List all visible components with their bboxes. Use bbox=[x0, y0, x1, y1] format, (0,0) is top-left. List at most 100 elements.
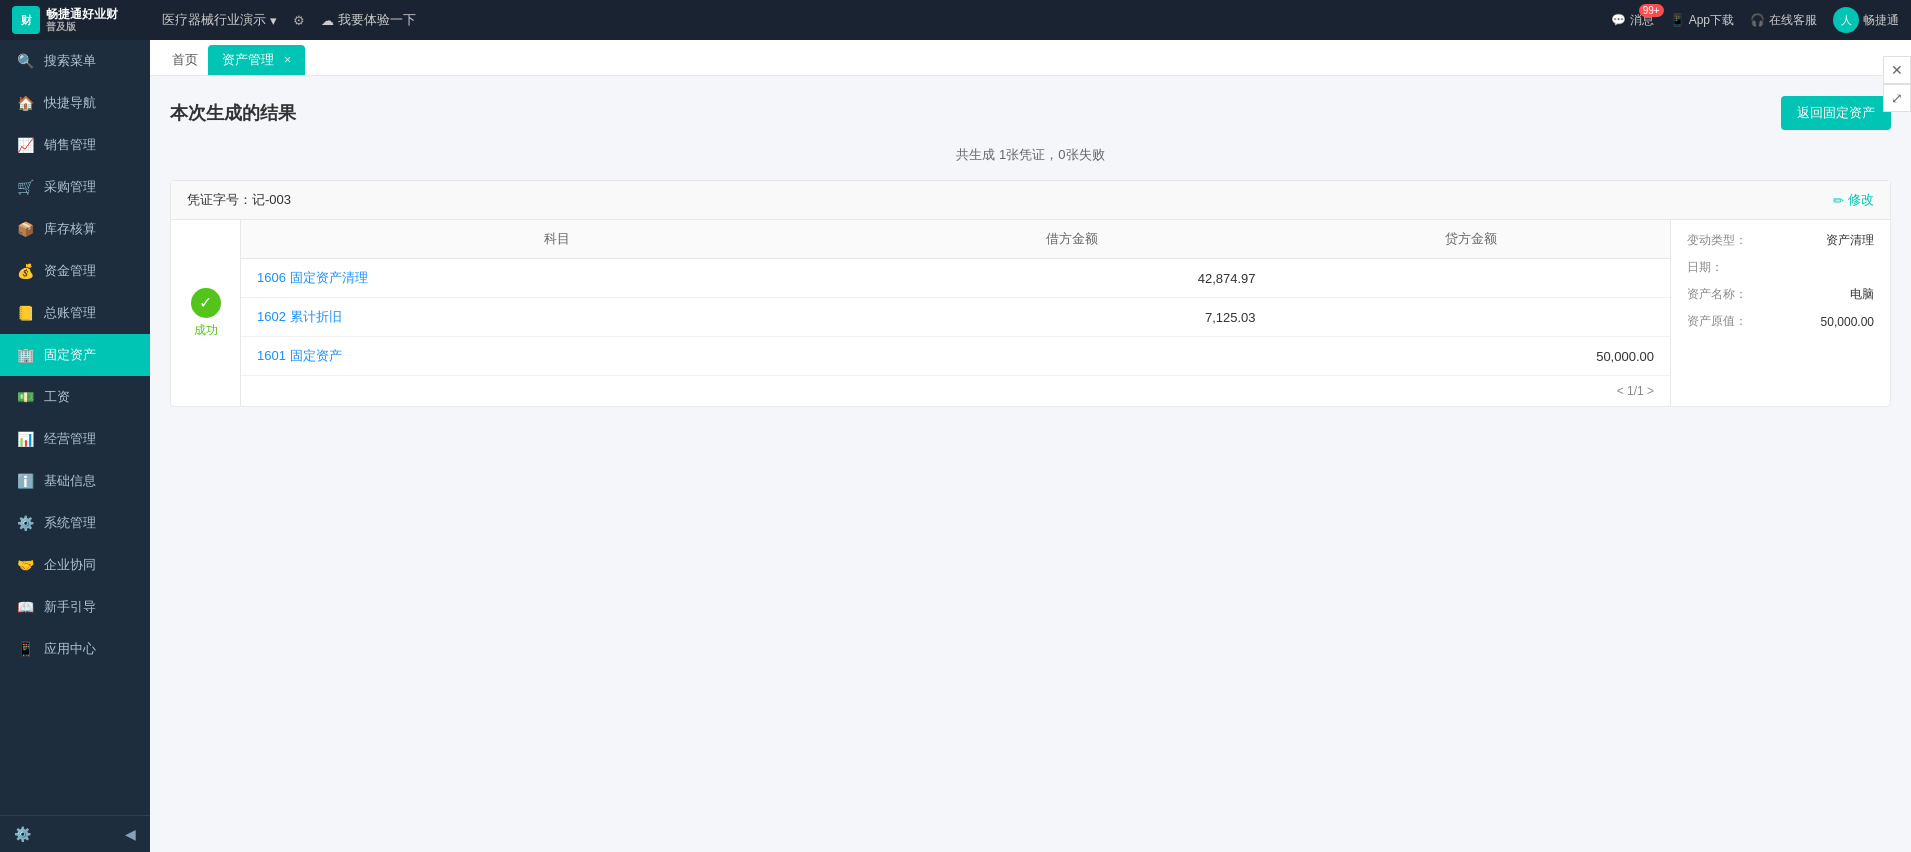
change-type-label: 变动类型： bbox=[1687, 232, 1747, 249]
settings-bottom-icon[interactable]: ⚙️ bbox=[14, 826, 31, 842]
sidebar-item-system[interactable]: ⚙️ 系统管理 bbox=[0, 502, 150, 544]
enterprise-icon: 🤝 bbox=[16, 556, 34, 574]
table-row: 1601 固定资产 50,000.00 bbox=[241, 337, 1670, 376]
messages-button[interactable]: 💬 消息 99+ bbox=[1611, 12, 1654, 29]
original-value-label: 资产原值： bbox=[1687, 313, 1747, 330]
row3-debit bbox=[873, 337, 1271, 376]
sales-icon: 📈 bbox=[16, 136, 34, 154]
sidebar-item-label: 经营管理 bbox=[44, 430, 96, 448]
sidebar-item-label: 新手引导 bbox=[44, 598, 96, 616]
sidebar-item-label: 系统管理 bbox=[44, 514, 96, 532]
voucher-table: 科目 借方金额 贷方金额 1606 固定资产清理 42,874.97 bbox=[241, 220, 1670, 406]
back-to-fixed-assets-button[interactable]: 返回固定资产 bbox=[1781, 96, 1891, 130]
cloud-icon: ☁ bbox=[321, 13, 334, 28]
tab-close-icon[interactable]: × bbox=[284, 52, 292, 67]
asset-name-value: 电脑 bbox=[1850, 286, 1874, 303]
sidebar-item-search-menu[interactable]: 🔍 搜索菜单 bbox=[0, 40, 150, 82]
sidebar-item-label: 搜索菜单 bbox=[44, 52, 96, 70]
pagination-text: < 1/1 > bbox=[1617, 384, 1654, 398]
purchase-icon: 🛒 bbox=[16, 178, 34, 196]
sidebar-item-fixed-assets[interactable]: 🏢 固定资产 bbox=[0, 334, 150, 376]
sidebar-item-label: 企业协同 bbox=[44, 556, 96, 574]
column-subject: 科目 bbox=[241, 220, 873, 259]
expand-panel-button[interactable]: ⤢ bbox=[1883, 84, 1911, 112]
original-value-row: 资产原值： 50,000.00 bbox=[1687, 313, 1874, 330]
summary-text: 共生成 1张凭证，0张失败 bbox=[956, 147, 1104, 162]
headset-icon: 🎧 bbox=[1750, 13, 1765, 27]
sidebar-item-ledger[interactable]: 📒 总账管理 bbox=[0, 292, 150, 334]
sidebar-item-label: 总账管理 bbox=[44, 304, 96, 322]
sidebar-item-label: 资金管理 bbox=[44, 262, 96, 280]
row3-credit: 50,000.00 bbox=[1272, 337, 1670, 376]
pagination: < 1/1 > bbox=[241, 376, 1670, 406]
asset-name-label: 资产名称： bbox=[1687, 286, 1747, 303]
sidebar-item-inventory[interactable]: 📦 库存核算 bbox=[0, 208, 150, 250]
avatar: 人 bbox=[1833, 7, 1859, 33]
sidebar-item-label: 销售管理 bbox=[44, 136, 96, 154]
settings-icon[interactable]: ⚙ bbox=[285, 6, 313, 34]
content-area: 首页 资产管理 × 本次生成的结果 返回固定资产 共生成 1张凭证，0张失败 bbox=[150, 40, 1911, 852]
row1-credit bbox=[1272, 259, 1670, 298]
table-row: 1602 累计折旧 7,125.03 bbox=[241, 298, 1670, 337]
side-info-panel: 变动类型： 资产清理 日期： 资产名称： 电脑 资产原值： bbox=[1670, 220, 1890, 406]
logo-sub: 普及版 bbox=[46, 21, 118, 33]
voucher-number: 凭证字号：记-003 bbox=[187, 191, 291, 209]
change-type-value: 资产清理 bbox=[1826, 232, 1874, 249]
tab-home[interactable]: 首页 bbox=[162, 45, 208, 75]
change-type-row: 变动类型： 资产清理 bbox=[1687, 232, 1874, 249]
phone-icon: 📱 bbox=[1670, 13, 1685, 27]
salary-icon: 💵 bbox=[16, 388, 34, 406]
topbar-center: 医疗器械行业演示 ▾ ⚙ ☁ 我要体验一下 bbox=[162, 6, 1611, 34]
success-icon: ✓ bbox=[191, 288, 221, 318]
online-service-button[interactable]: 🎧 在线客服 bbox=[1750, 12, 1817, 29]
sidebar-item-finance[interactable]: 💰 资金管理 bbox=[0, 250, 150, 292]
column-debit: 借方金额 bbox=[873, 220, 1271, 259]
sidebar-item-salary[interactable]: 💵 工资 bbox=[0, 376, 150, 418]
search-icon: 🔍 bbox=[16, 52, 34, 70]
sidebar-item-label: 应用中心 bbox=[44, 640, 96, 658]
table-row: 1606 固定资产清理 42,874.97 bbox=[241, 259, 1670, 298]
voucher-card: 凭证字号：记-003 ✏ 修改 ✓ 成功 bbox=[170, 180, 1891, 407]
company-selector[interactable]: 医疗器械行业演示 ▾ bbox=[162, 11, 277, 29]
row3-subject: 1601 固定资产 bbox=[241, 337, 873, 376]
finance-icon: 💰 bbox=[16, 262, 34, 280]
row2-subject: 1602 累计折旧 bbox=[241, 298, 873, 337]
sidebar-item-sales[interactable]: 📈 销售管理 bbox=[0, 124, 150, 166]
sidebar-bottom: ⚙️ ◀ bbox=[0, 815, 150, 852]
sidebar-item-label: 采购管理 bbox=[44, 178, 96, 196]
sidebar-item-operations[interactable]: 📊 经营管理 bbox=[0, 418, 150, 460]
page-content: 本次生成的结果 返回固定资产 共生成 1张凭证，0张失败 凭证字号：记-003 … bbox=[150, 76, 1911, 852]
sidebar-item-purchase[interactable]: 🛒 采购管理 bbox=[0, 166, 150, 208]
success-text: 成功 bbox=[194, 322, 218, 339]
message-icon: 💬 bbox=[1611, 13, 1626, 27]
sidebar-item-app-center[interactable]: 📱 应用中心 bbox=[0, 628, 150, 670]
voucher-body: ✓ 成功 科目 借方金额 贷方金额 bbox=[171, 220, 1890, 406]
sidebar-item-guide[interactable]: 📖 新手引导 bbox=[0, 586, 150, 628]
guide-icon: 📖 bbox=[16, 598, 34, 616]
sidebar-item-basic-info[interactable]: ℹ️ 基础信息 bbox=[0, 460, 150, 502]
home-icon: 🏠 bbox=[16, 94, 34, 112]
page-header: 本次生成的结果 返回固定资产 bbox=[170, 96, 1891, 130]
messages-badge: 99+ bbox=[1639, 4, 1664, 17]
sidebar-item-label: 固定资产 bbox=[44, 346, 96, 364]
sidebar-item-label: 工资 bbox=[44, 388, 70, 406]
edit-button[interactable]: ✏ 修改 bbox=[1833, 191, 1874, 209]
tab-asset-management[interactable]: 资产管理 × bbox=[208, 45, 305, 75]
operations-icon: 📊 bbox=[16, 430, 34, 448]
row2-debit: 7,125.03 bbox=[873, 298, 1271, 337]
system-icon: ⚙️ bbox=[16, 514, 34, 532]
row2-credit bbox=[1272, 298, 1670, 337]
user-profile[interactable]: 人 畅捷通 bbox=[1833, 7, 1899, 33]
collapse-icon[interactable]: ◀ bbox=[125, 826, 136, 842]
summary-bar: 共生成 1张凭证，0张失败 bbox=[170, 146, 1891, 164]
try-button[interactable]: ☁ 我要体验一下 bbox=[321, 11, 416, 29]
topbar-right: 💬 消息 99+ 📱 App下载 🎧 在线客服 人 畅捷通 bbox=[1611, 7, 1899, 33]
sidebar-item-quick-nav[interactable]: 🏠 快捷导航 bbox=[0, 82, 150, 124]
app-download-button[interactable]: 📱 App下载 bbox=[1670, 12, 1734, 29]
sidebar-item-enterprise[interactable]: 🤝 企业协同 bbox=[0, 544, 150, 586]
success-column: ✓ 成功 bbox=[171, 220, 241, 406]
voucher-header: 凭证字号：记-003 ✏ 修改 bbox=[171, 181, 1890, 220]
date-row: 日期： bbox=[1687, 259, 1874, 276]
fixed-assets-icon: 🏢 bbox=[16, 346, 34, 364]
close-panel-button[interactable]: ✕ bbox=[1883, 56, 1911, 84]
